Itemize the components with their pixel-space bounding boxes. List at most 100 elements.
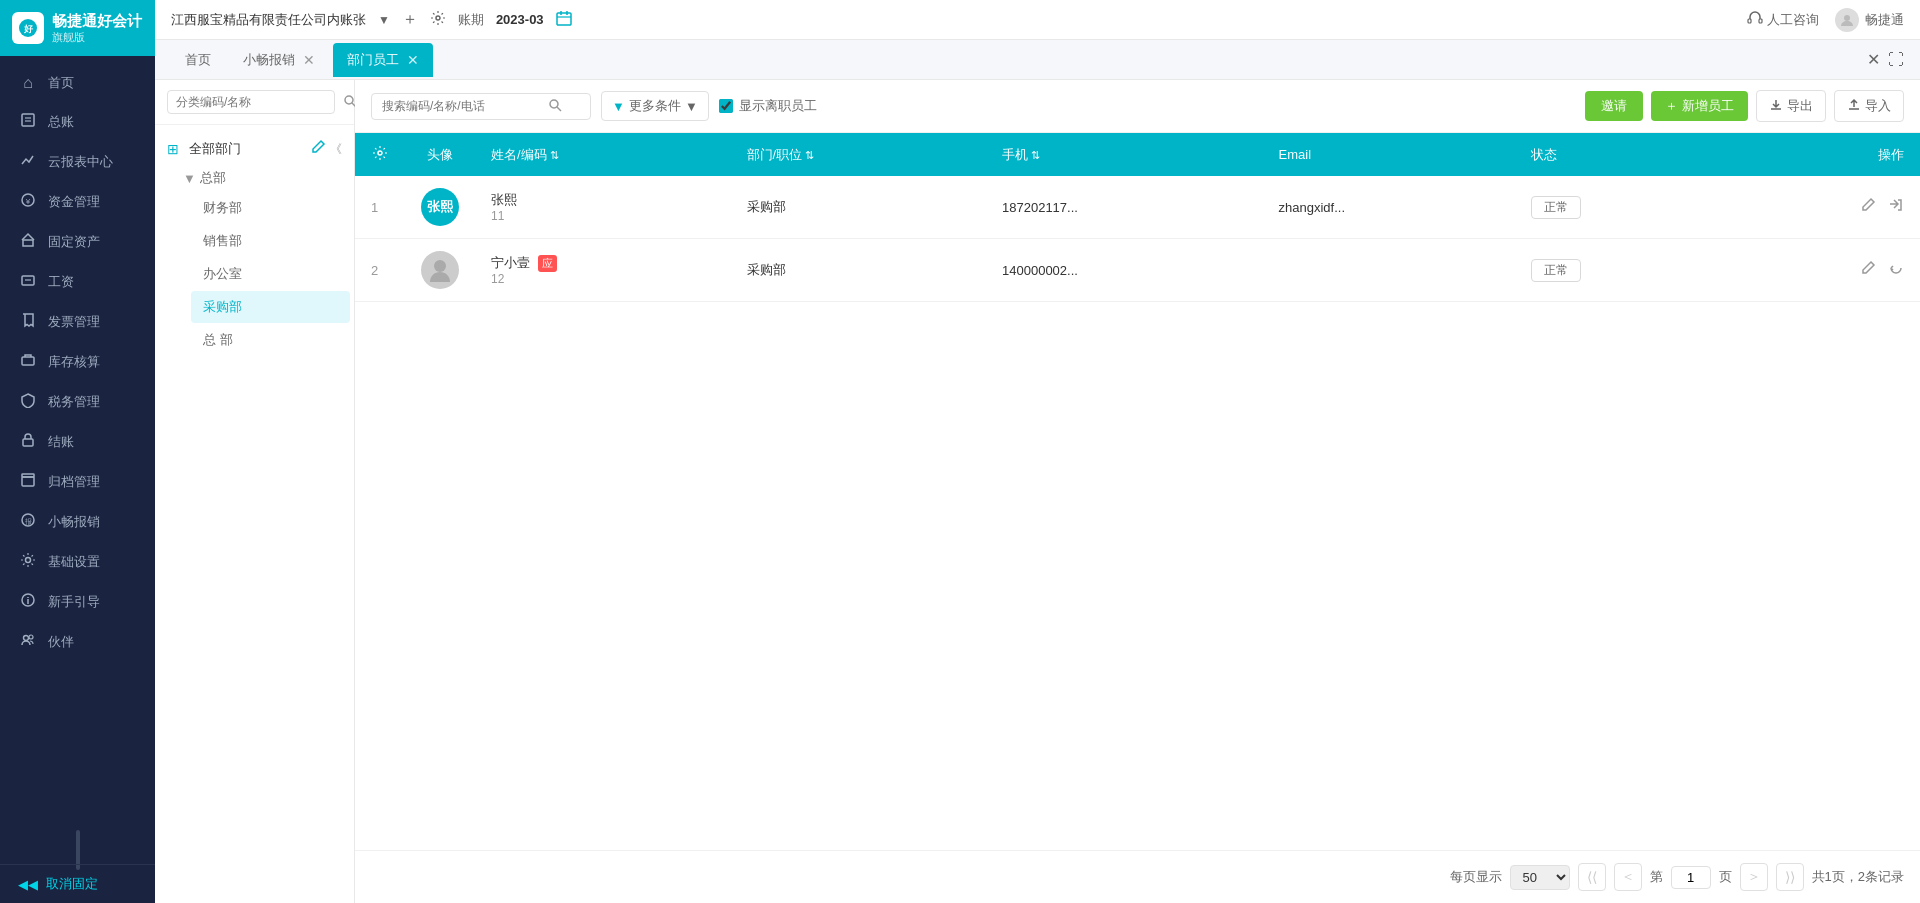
tab-department[interactable]: 部门员工 ✕ (333, 43, 433, 77)
dept-item-purchase[interactable]: 采购部 (191, 291, 350, 323)
home-icon: ⌂ (18, 74, 38, 92)
company-dropdown-icon[interactable]: ▼ (378, 13, 390, 27)
expense-icon: 报 (18, 512, 38, 532)
collapse-dept-icon[interactable]: 《 (330, 141, 342, 158)
service-button[interactable]: 人工咨询 (1747, 10, 1819, 29)
export-button[interactable]: 导出 (1756, 90, 1826, 122)
sidebar-item-expense[interactable]: 报 小畅报销 (0, 502, 155, 542)
dept-item-finance[interactable]: 财务部 (191, 192, 350, 224)
sidebar-item-reports[interactable]: 云报表中心 (0, 142, 155, 182)
company-settings-button[interactable] (430, 10, 446, 30)
filter-chevron-icon: ▼ (685, 99, 698, 114)
dept-item-office[interactable]: 办公室 (191, 258, 350, 290)
svg-line-30 (557, 107, 561, 111)
svg-point-27 (345, 96, 353, 104)
tab-expense-close[interactable]: ✕ (303, 52, 315, 68)
tab-expense[interactable]: 小畅报销 ✕ (229, 43, 329, 77)
sidebar-item-assets[interactable]: 固定资产 (0, 222, 155, 262)
filter-label: 更多条件 (629, 97, 681, 115)
svg-rect-20 (557, 13, 571, 25)
table-col-phone[interactable]: 手机 (986, 133, 1263, 176)
row2-avatar-cell (405, 239, 475, 302)
row2-refresh-icon[interactable] (1888, 260, 1904, 280)
invite-button[interactable]: 邀请 (1585, 91, 1643, 121)
app-version: 旗舰版 (52, 30, 142, 45)
employee-panel: ▼ 更多条件 ▼ 显示离职员工 邀请 ＋ 新增员工 (355, 80, 1920, 903)
dept-search-input[interactable] (167, 90, 335, 114)
tab-department-close[interactable]: ✕ (407, 52, 419, 68)
row2-dept: 采购部 (731, 239, 987, 302)
tab-expense-label: 小畅报销 (243, 51, 295, 69)
table-col-settings[interactable] (355, 133, 405, 176)
add-company-button[interactable]: ＋ (402, 9, 418, 30)
sidebar-item-invoices[interactable]: 发票管理 (0, 302, 155, 342)
tab-maximize[interactable]: ⛶ (1888, 51, 1904, 69)
import-label: 导入 (1865, 97, 1891, 115)
period-label: 账期 (458, 11, 484, 29)
dept-root-expand[interactable]: ▼ 总部 (171, 165, 354, 191)
svg-rect-24 (1748, 19, 1751, 23)
page-next-button[interactable]: ＞ (1740, 863, 1768, 891)
user-menu[interactable]: 畅捷通 (1835, 8, 1904, 32)
sidebar-item-home[interactable]: ⌂ 首页 (0, 64, 155, 102)
employee-search-icon[interactable] (548, 98, 562, 115)
per-page-select[interactable]: 50 20 100 (1510, 865, 1570, 890)
table-col-name[interactable]: 姓名/编码 (475, 133, 731, 176)
sidebar-item-ledger[interactable]: 总账 (0, 102, 155, 142)
user-name: 畅捷通 (1865, 11, 1904, 29)
sidebar-item-tax[interactable]: 税务管理 (0, 382, 155, 422)
dept-search-area (155, 80, 354, 125)
sidebar-item-closing[interactable]: 结账 (0, 422, 155, 462)
row2-avatar (421, 251, 459, 289)
row2-status-cell: 正常 (1515, 239, 1725, 302)
row2-edit-icon[interactable] (1860, 260, 1876, 280)
toolbar-right: 邀请 ＋ 新增员工 导出 导入 (1585, 90, 1904, 122)
row1-phone: 187202117... (986, 176, 1263, 239)
page-last-button[interactable]: ⟩⟩ (1776, 863, 1804, 891)
service-label: 人工咨询 (1767, 11, 1819, 29)
row2-email (1263, 239, 1515, 302)
partner-icon (18, 632, 38, 652)
calendar-icon[interactable] (556, 10, 572, 29)
edit-dept-icon[interactable] (310, 139, 326, 159)
page-first-button[interactable]: ⟨⟨ (1578, 863, 1606, 891)
tab-home[interactable]: 首页 (171, 43, 225, 77)
sidebar-item-inventory[interactable]: 库存核算 (0, 342, 155, 382)
sidebar-item-archive[interactable]: 归档管理 (0, 462, 155, 502)
page-prev-button[interactable]: ＜ (1614, 863, 1642, 891)
row2-code: 12 (491, 272, 715, 286)
svg-point-16 (26, 558, 31, 563)
closing-icon (18, 432, 38, 452)
sidebar-item-partner[interactable]: 伙伴 (0, 622, 155, 662)
dept-item-sales[interactable]: 销售部 (191, 225, 350, 257)
sidebar-nav: ⌂ 首页 总账 云报表中心 ¥ 资金管理 固定资产 (0, 56, 155, 840)
more-filters-button[interactable]: ▼ 更多条件 ▼ (601, 91, 709, 121)
row1-edit-icon[interactable] (1860, 197, 1876, 217)
export-label: 导出 (1787, 97, 1813, 115)
table-col-dept[interactable]: 部门/职位 (731, 133, 987, 176)
row1-action-icons (1741, 197, 1904, 217)
add-employee-button[interactable]: ＋ 新增员工 (1651, 91, 1748, 121)
svg-point-31 (378, 151, 382, 155)
row1-logout-icon[interactable] (1888, 197, 1904, 217)
all-dept-header[interactable]: ⊞ 全部部门 《 (155, 133, 354, 165)
row1-dept: 采购部 (731, 176, 987, 239)
row1-avatar: 张熙 (421, 188, 459, 226)
employee-search-input[interactable] (382, 99, 542, 113)
page-input[interactable] (1671, 866, 1711, 889)
sidebar-item-settings[interactable]: 基础设置 (0, 542, 155, 582)
import-button[interactable]: 导入 (1834, 90, 1904, 122)
sidebar-item-funds[interactable]: ¥ 资金管理 (0, 182, 155, 222)
tab-close-window[interactable]: ✕ (1867, 50, 1880, 69)
table-col-avatar: 头像 (405, 133, 475, 176)
sidebar-item-guide[interactable]: 新手引导 (0, 582, 155, 622)
import-icon (1847, 98, 1861, 115)
unpin-button[interactable]: ◀◀ 取消固定 (0, 864, 155, 903)
svg-rect-2 (22, 114, 34, 126)
show-resigned-checkbox[interactable] (719, 99, 733, 113)
row1-name: 张熙 (491, 191, 715, 209)
sidebar-item-payroll[interactable]: 工资 (0, 262, 155, 302)
table-row: 1 张熙 张熙 11 采购部 187202117... zhangxidf... (355, 176, 1920, 239)
dept-item-headquarters[interactable]: 总 部 (191, 324, 350, 356)
row2-name-cell: 宁小壹 应 12 (475, 239, 731, 302)
